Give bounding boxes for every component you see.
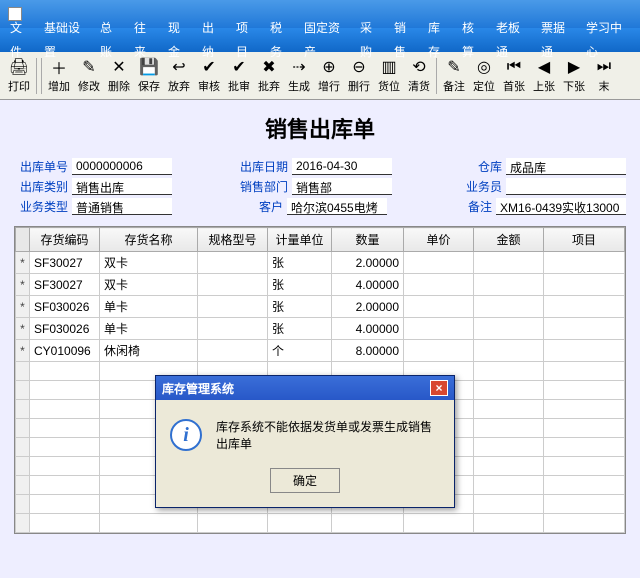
table-row[interactable]: *SF30027双卡张4.00000: [16, 274, 625, 296]
末-icon: ⏭: [594, 57, 614, 77]
tool-删行[interactable]: ⊖删行: [344, 55, 374, 96]
col-6[interactable]: 金额: [474, 228, 544, 252]
col-5[interactable]: 单价: [404, 228, 474, 252]
col-1[interactable]: 存货名称: [100, 228, 198, 252]
col-4[interactable]: 数量: [332, 228, 404, 252]
col-7[interactable]: 项目: [544, 228, 625, 252]
上张-icon: ◀: [534, 57, 554, 77]
放弃-icon: ↩: [169, 57, 189, 77]
增行-icon: ⊕: [319, 57, 339, 77]
批弃-icon: ✖: [259, 57, 279, 77]
增加-icon: ＋: [49, 57, 69, 77]
保存-icon: 💾: [139, 57, 159, 77]
table-row[interactable]: [16, 514, 625, 533]
dialog-titlebar: 库存管理系统 ×: [156, 376, 454, 400]
label-out-no: 出库单号: [14, 158, 72, 175]
menu-bar: 文件基础设置总账往来现金出纳项目税务固定资产采购销售库存核算老板通票据通学习中心: [0, 28, 640, 52]
col-0[interactable]: 存货编码: [30, 228, 100, 252]
tool-增加[interactable]: ＋增加: [44, 55, 74, 96]
field-dept[interactable]: 销售部: [292, 178, 392, 195]
货位-icon: ▥: [379, 57, 399, 77]
批审-icon: ✔: [229, 57, 249, 77]
删除-icon: ✕: [109, 57, 129, 77]
删行-icon: ⊖: [349, 57, 369, 77]
tool-保存[interactable]: 💾保存: [134, 55, 164, 96]
col-3[interactable]: 计量单位: [268, 228, 332, 252]
tool-批弃[interactable]: ✖批弃: [254, 55, 284, 96]
table-row[interactable]: *CY010096休闲椅个8.00000: [16, 340, 625, 362]
tool-清货[interactable]: ⟲清货: [404, 55, 434, 96]
toolbar: 🖨打印 ＋增加✎修改✕删除💾保存↩放弃✔审核✔批审✖批弃⇢生成⊕增行⊖删行▥货位⟲…: [0, 52, 640, 100]
下张-icon: ▶: [564, 57, 584, 77]
清货-icon: ⟲: [409, 57, 429, 77]
tool-上张[interactable]: ◀上张: [529, 55, 559, 96]
field-customer[interactable]: 哈尔滨0455电烤: [287, 198, 387, 215]
label-sales: 业务员: [454, 178, 506, 195]
tool-首张[interactable]: ⏮首张: [499, 55, 529, 96]
message-dialog: 库存管理系统 × i 库存系统不能依据发货单或发票生成销售出库单 确定: [155, 375, 455, 508]
label-out-type: 出库类别: [14, 178, 72, 195]
tool-货位[interactable]: ▥货位: [374, 55, 404, 96]
table-row[interactable]: *SF030026单卡张2.00000: [16, 296, 625, 318]
tool-打印[interactable]: 🖨打印: [4, 55, 34, 96]
备注-icon: ✎: [444, 57, 464, 77]
close-icon[interactable]: ×: [430, 380, 448, 396]
tool-增行[interactable]: ⊕增行: [314, 55, 344, 96]
field-remark[interactable]: XM16-0439实收13000: [496, 198, 626, 215]
定位-icon: ◎: [474, 57, 494, 77]
tool-审核[interactable]: ✔审核: [194, 55, 224, 96]
tool-批审[interactable]: ✔批审: [224, 55, 254, 96]
col-2[interactable]: 规格型号: [198, 228, 268, 252]
tool-定位[interactable]: ◎定位: [469, 55, 499, 96]
form-area: 出库单号 0000000006 出库日期 2016-04-30 仓库 成品库 出…: [0, 154, 640, 224]
field-biz[interactable]: 普通销售: [72, 198, 172, 215]
tool-备注[interactable]: ✎备注: [439, 55, 469, 96]
tool-生成[interactable]: ⇢生成: [284, 55, 314, 96]
修改-icon: ✎: [79, 57, 99, 77]
tool-删除[interactable]: ✕删除: [104, 55, 134, 96]
document-title: 销售出库单: [0, 112, 640, 144]
field-sales[interactable]: [506, 178, 626, 195]
tool-末[interactable]: ⏭末: [589, 55, 619, 96]
生成-icon: ⇢: [289, 57, 309, 77]
field-out-date[interactable]: 2016-04-30: [292, 158, 392, 175]
field-warehouse[interactable]: 成品库: [506, 158, 626, 175]
首张-icon: ⏮: [504, 57, 524, 77]
field-out-type[interactable]: 销售出库: [72, 178, 172, 195]
dialog-title-text: 库存管理系统: [162, 380, 234, 397]
label-dept: 销售部门: [234, 178, 292, 195]
tool-修改[interactable]: ✎修改: [74, 55, 104, 96]
审核-icon: ✔: [199, 57, 219, 77]
dialog-message: 库存系统不能依据发货单或发票生成销售出库单: [216, 418, 440, 452]
打印-icon: 🖨: [9, 57, 29, 77]
table-row[interactable]: *SF030026单卡张4.00000: [16, 318, 625, 340]
label-biz: 业务类型: [14, 198, 72, 215]
tool-下张[interactable]: ▶下张: [559, 55, 589, 96]
field-out-no[interactable]: 0000000006: [72, 158, 172, 175]
label-customer: 客户: [229, 198, 287, 215]
tool-放弃[interactable]: ↩放弃: [164, 55, 194, 96]
info-icon: i: [170, 419, 202, 451]
label-warehouse: 仓库: [454, 158, 506, 175]
label-out-date: 出库日期: [234, 158, 292, 175]
label-remark: 备注: [444, 198, 496, 215]
ok-button[interactable]: 确定: [270, 468, 340, 493]
table-row[interactable]: *SF30027双卡张2.00000: [16, 252, 625, 274]
